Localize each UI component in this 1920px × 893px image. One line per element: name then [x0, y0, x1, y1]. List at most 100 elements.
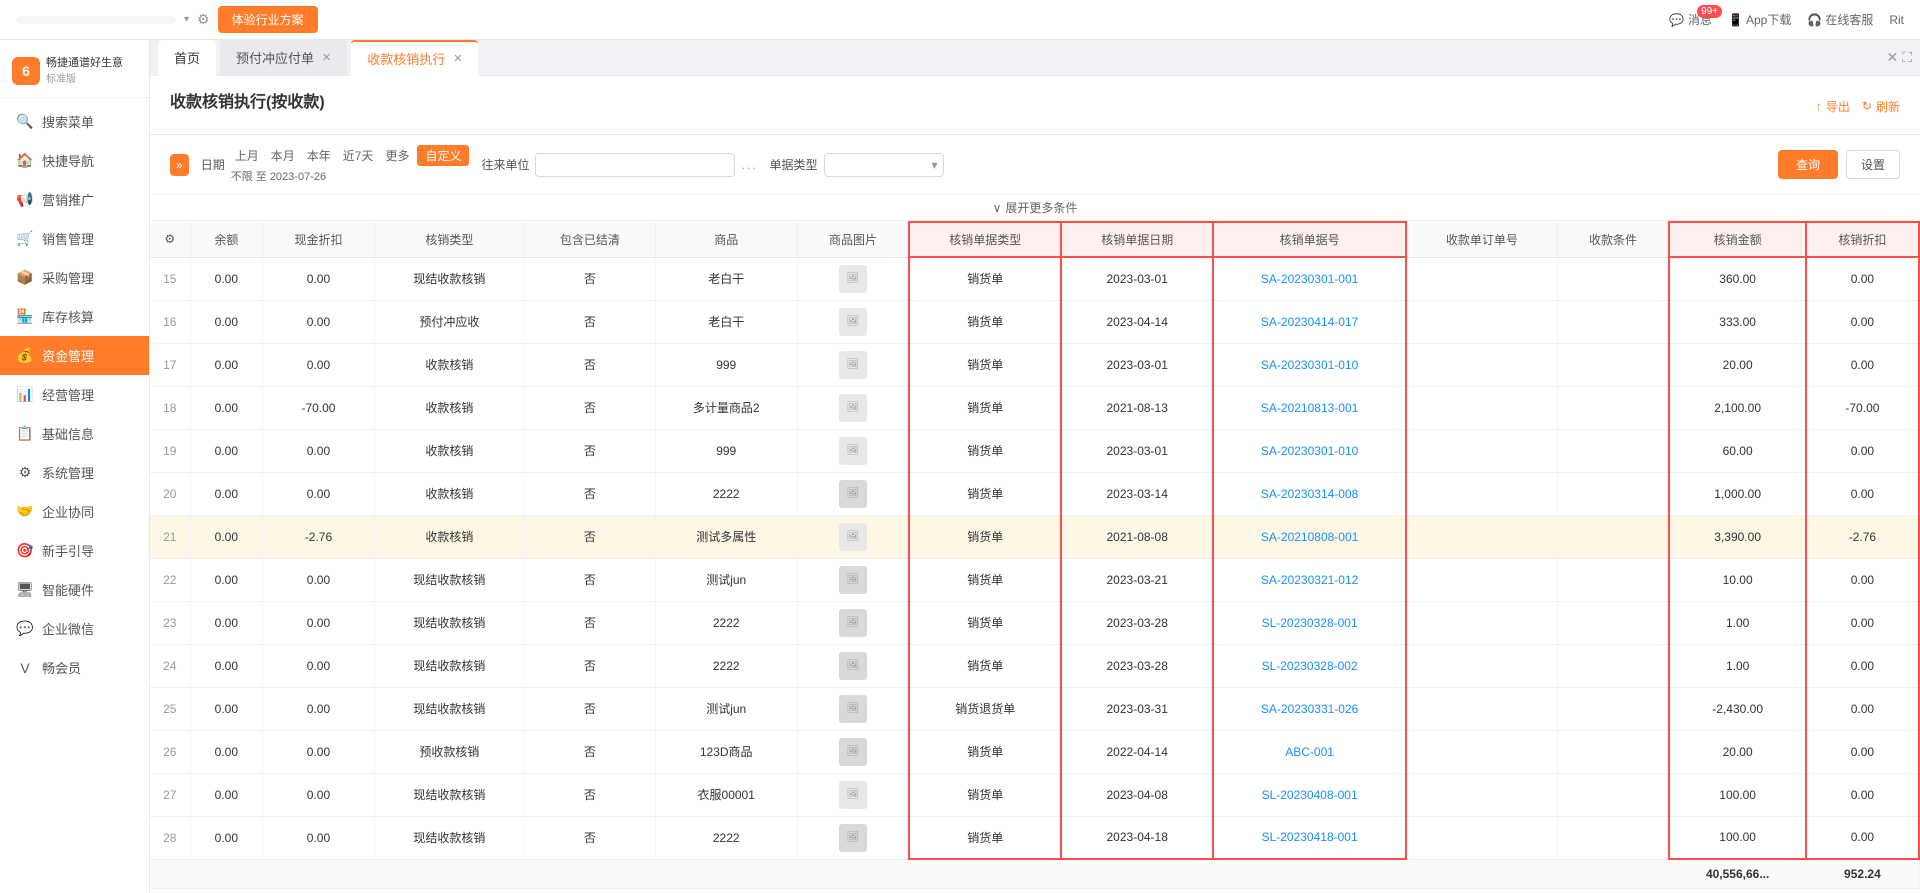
verify-no-link[interactable]: SA-20230314-008	[1261, 487, 1358, 501]
maximize-icon[interactable]: ⛶	[1902, 49, 1912, 66]
goods-img-thumb[interactable]: 🖼	[839, 265, 867, 293]
date-opt-7days[interactable]: 近7天	[339, 145, 378, 166]
cell-verify-no[interactable]: SL-20230408-001	[1213, 773, 1406, 816]
sidebar-item-系统管理[interactable]: ⚙系统管理	[0, 453, 149, 492]
cell-verify-no[interactable]: SA-20230414-017	[1213, 300, 1406, 343]
sidebar-item-采购管理[interactable]: 📦采购管理	[0, 258, 149, 297]
partner-more-icon[interactable]: ...	[741, 158, 757, 172]
voucher-type-select[interactable]	[824, 153, 944, 177]
date-opt-this-year[interactable]: 本年	[303, 145, 335, 166]
sidebar-item-企业协同[interactable]: 🤝企业协同	[0, 492, 149, 531]
verify-no-link[interactable]: SA-20230321-012	[1261, 573, 1358, 587]
date-opt-last-month[interactable]: 上月	[231, 145, 263, 166]
cell-receipt-order-no	[1406, 687, 1557, 730]
date-custom-button[interactable]: 自定义	[417, 145, 469, 166]
sidebar-item-营销推广[interactable]: 📢营销推广	[0, 180, 149, 219]
goods-img-thumb[interactable]: 🖼	[839, 523, 867, 551]
tab-verify[interactable]: 收款核销执行 ✕	[351, 40, 478, 76]
date-opt-this-month[interactable]: 本月	[267, 145, 299, 166]
th-settings[interactable]: ⚙	[150, 222, 190, 257]
verify-no-link[interactable]: SA-20230414-017	[1261, 315, 1358, 329]
cell-verify-no[interactable]: SA-20210813-001	[1213, 386, 1406, 429]
expand-more-button[interactable]: ∨ 展开更多条件	[993, 199, 1078, 216]
cell-verify-no[interactable]: SA-20230301-010	[1213, 343, 1406, 386]
verify-no-link[interactable]: SL-20230328-002	[1262, 659, 1358, 673]
filter-expand-button[interactable]: »	[170, 154, 189, 176]
verify-no-link[interactable]: SL-20230408-001	[1262, 788, 1358, 802]
message-link[interactable]: 💬 消息 99+	[1669, 11, 1712, 28]
refresh-button[interactable]: ↻ 刷新	[1862, 98, 1900, 115]
sidebar-icon: 🎯	[16, 542, 34, 559]
settings-button[interactable]: 设置	[1846, 150, 1900, 179]
sidebar-item-企业微信[interactable]: 💬企业微信	[0, 609, 149, 648]
goods-img-thumb[interactable]: 🖼	[839, 738, 867, 766]
sidebar-item-经营管理[interactable]: 📊经营管理	[0, 375, 149, 414]
verify-no-link[interactable]: SA-20230301-010	[1261, 358, 1358, 372]
top-search[interactable]	[16, 16, 176, 24]
table-row: 26 0.00 0.00 预收款核销 否 123D商品 🖼 销货单 2022-0…	[150, 730, 1919, 773]
query-button[interactable]: 查询	[1778, 150, 1838, 179]
close-window-icon[interactable]: ✕	[1886, 49, 1898, 66]
sidebar-item-资金管理[interactable]: 💰资金管理	[0, 336, 149, 375]
goods-img-thumb[interactable]: 🖼	[839, 781, 867, 809]
verify-no-link[interactable]: SA-20210808-001	[1261, 530, 1358, 544]
sidebar-item-快捷导航[interactable]: 🏠快捷导航	[0, 141, 149, 180]
goods-img-thumb[interactable]: 🖼	[839, 609, 867, 637]
export-icon: ↑	[1816, 99, 1822, 113]
sidebar-item-搜索菜单[interactable]: 🔍搜索菜单	[0, 102, 149, 141]
online-service-link[interactable]: 🎧 在线客服	[1807, 11, 1873, 28]
cell-verify-no[interactable]: SL-20230328-002	[1213, 644, 1406, 687]
verify-no-link[interactable]: SL-20230418-001	[1262, 830, 1358, 844]
cell-verify-type: 现结收款核销	[374, 257, 524, 300]
verify-no-link[interactable]: SA-20230301-001	[1261, 272, 1358, 286]
tab-home[interactable]: 首页	[158, 40, 216, 76]
verify-no-link[interactable]: SL-20230328-001	[1262, 616, 1358, 630]
sidebar-item-智能硬件[interactable]: 🖥智能硬件	[0, 570, 149, 609]
verify-no-link[interactable]: SA-20230331-026	[1261, 702, 1358, 716]
verify-tab-close-icon[interactable]: ✕	[453, 52, 462, 65]
cell-verify-no[interactable]: SA-20230314-008	[1213, 472, 1406, 515]
table-row: 24 0.00 0.00 现结收款核销 否 2222 🖼 销货单 2023-03…	[150, 644, 1919, 687]
cell-verify-no[interactable]: SA-20230301-001	[1213, 257, 1406, 300]
sidebar-item-基础信息[interactable]: 📋基础信息	[0, 414, 149, 453]
partner-input[interactable]	[535, 153, 735, 177]
sidebar-item-库存核算[interactable]: 🏪库存核算	[0, 297, 149, 336]
goods-img-thumb[interactable]: 🖼	[839, 480, 867, 508]
verify-no-link[interactable]: ABC-001	[1285, 745, 1334, 759]
tab-prepay[interactable]: 预付冲应付单 ✕	[220, 40, 347, 76]
cell-verify-date: 2023-03-21	[1061, 558, 1213, 601]
cell-verify-no[interactable]: SA-20230331-026	[1213, 687, 1406, 730]
goods-img-thumb[interactable]: 🖼	[839, 652, 867, 680]
solution-button[interactable]: 体验行业方案	[218, 6, 318, 33]
cell-verify-no[interactable]: SA-20230301-010	[1213, 429, 1406, 472]
logo-sub: 标准版	[46, 70, 123, 85]
verify-no-link[interactable]: SA-20210813-001	[1261, 401, 1358, 415]
cell-verify-no[interactable]: SA-20230321-012	[1213, 558, 1406, 601]
sidebar-item-销售管理[interactable]: 🛒销售管理	[0, 219, 149, 258]
cell-receipt-order-no	[1406, 816, 1557, 859]
cell-receipt-order-no	[1406, 644, 1557, 687]
goods-img-thumb[interactable]: 🖼	[839, 566, 867, 594]
goods-img-thumb[interactable]: 🖼	[839, 695, 867, 723]
settings-col-icon[interactable]: ⚙	[164, 232, 175, 246]
cell-verify-no[interactable]: SA-20210808-001	[1213, 515, 1406, 558]
cell-verify-no[interactable]: SL-20230328-001	[1213, 601, 1406, 644]
export-button[interactable]: ↑ 导出	[1816, 98, 1850, 115]
goods-img-thumb[interactable]: 🖼	[839, 351, 867, 379]
cell-verify-no[interactable]: ABC-001	[1213, 730, 1406, 773]
table-row: 16 0.00 0.00 预付冲应收 否 老白干 🖼 销货单 2023-04-1…	[150, 300, 1919, 343]
date-opt-more[interactable]: 更多	[381, 145, 413, 166]
cell-include-settled: 否	[524, 773, 655, 816]
goods-img-thumb[interactable]: 🖼	[839, 394, 867, 422]
goods-img-thumb[interactable]: 🖼	[839, 308, 867, 336]
app-download-link[interactable]: 📱 App下载	[1728, 11, 1791, 28]
settings-icon[interactable]: ⚙	[197, 11, 210, 28]
sidebar-item-畅会员[interactable]: V畅会员	[0, 648, 149, 687]
goods-img-thumb[interactable]: 🖼	[839, 824, 867, 852]
cell-verify-no[interactable]: SL-20230418-001	[1213, 816, 1406, 859]
sidebar-item-新手引导[interactable]: 🎯新手引导	[0, 531, 149, 570]
prepay-tab-close-icon[interactable]: ✕	[322, 51, 331, 64]
cell-receipt-order-no	[1406, 257, 1557, 300]
goods-img-thumb[interactable]: 🖼	[839, 437, 867, 465]
verify-no-link[interactable]: SA-20230301-010	[1261, 444, 1358, 458]
